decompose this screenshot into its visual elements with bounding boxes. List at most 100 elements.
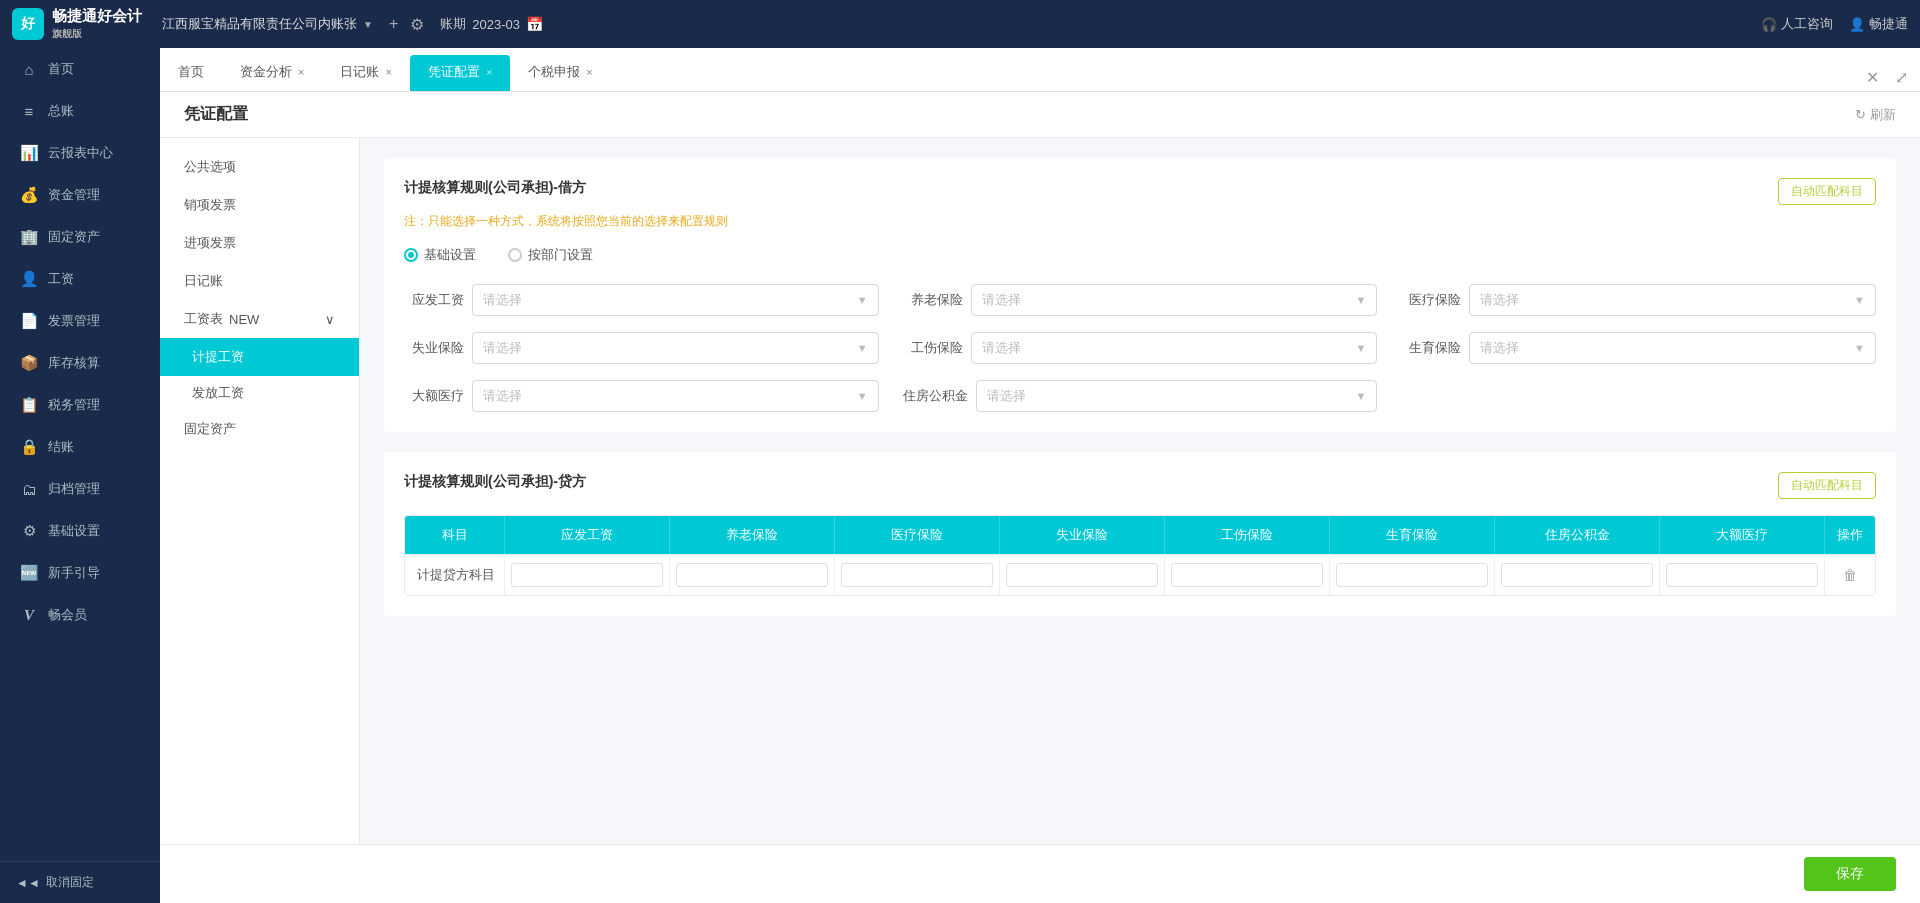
sidebar-item-settings[interactable]: ⚙ 基础设置 [0, 510, 160, 552]
tab-bar: 首页 资金分析 × 日记账 × 凭证配置 × 个税申报 × ✕ ⤢ [160, 48, 1920, 92]
radio-basic[interactable]: 基础设置 [404, 246, 476, 264]
td-salary-val[interactable] [505, 555, 670, 595]
sidebar-label-home: 首页 [48, 60, 74, 78]
td-pension-val[interactable] [670, 555, 835, 595]
sidebar-item-close[interactable]: 🔒 结账 [0, 426, 160, 468]
sidebar-label-tax: 税务管理 [48, 396, 100, 414]
input-pension-credit[interactable] [676, 563, 828, 587]
sidebar-item-home[interactable]: ⌂ 首页 [0, 48, 160, 90]
td-delete[interactable]: 🗑 [1825, 555, 1875, 595]
sidebar-item-member[interactable]: V 畅会员 [0, 594, 160, 636]
field-work-injury: 工伤保险 请选择 ▼ [903, 332, 1378, 364]
select-housing-fund[interactable]: 请选择 ▼ [976, 380, 1378, 412]
radio-basic-circle [404, 248, 418, 262]
nav-salary-calc-label: 计提工资 [192, 348, 244, 366]
refresh-button[interactable]: ↻ 刷新 [1855, 106, 1896, 124]
label-salary: 应发工资 [404, 291, 464, 309]
page-header: 凭证配置 ↻ 刷新 [160, 92, 1920, 138]
select-major-medical[interactable]: 请选择 ▼ [472, 380, 879, 412]
tab-home[interactable]: 首页 [160, 55, 222, 91]
tab-voucher-label: 凭证配置 [428, 63, 480, 81]
company-dropdown-icon[interactable]: ▼ [363, 19, 373, 30]
select-medical[interactable]: 请选择 ▼ [1469, 284, 1876, 316]
nav-salary-pay[interactable]: 发放工资 [160, 376, 359, 410]
app-name: 畅捷通好会计 [52, 7, 142, 26]
sidebar-label-assets: 固定资产 [48, 228, 100, 246]
th-housing: 住房公积金 [1495, 516, 1660, 554]
sidebar-item-funds[interactable]: 💰 资金管理 [0, 174, 160, 216]
tab-tax[interactable]: 个税申报 × [510, 55, 610, 91]
tab-close-button[interactable]: ✕ [1862, 64, 1883, 91]
app-edition: 旗舰版 [52, 27, 142, 41]
sidebar-item-archive[interactable]: 🗂 归档管理 [0, 468, 160, 510]
arrow-major-medical: ▼ [857, 390, 868, 402]
tab-fund-close[interactable]: × [298, 66, 304, 78]
nav-public[interactable]: 公共选项 [160, 148, 359, 186]
tab-journal-close[interactable]: × [385, 66, 391, 78]
select-pension[interactable]: 请选择 ▼ [971, 284, 1378, 316]
sidebar-item-general[interactable]: ≡ 总账 [0, 90, 160, 132]
select-work-injury[interactable]: 请选择 ▼ [971, 332, 1378, 364]
input-work-injury-credit[interactable] [1171, 563, 1323, 587]
sidebar-item-assets[interactable]: 🏢 固定资产 [0, 216, 160, 258]
input-unemployment-credit[interactable] [1006, 563, 1158, 587]
tab-voucher-close[interactable]: × [486, 66, 492, 78]
td-medical-val[interactable] [835, 555, 1000, 595]
debit-auto-match-button[interactable]: 自动匹配科目 [1778, 178, 1876, 205]
salary-icon: 👤 [20, 270, 38, 288]
td-maternity-val[interactable] [1330, 555, 1495, 595]
input-maternity-credit[interactable] [1336, 563, 1488, 587]
add-button[interactable]: + [389, 15, 398, 33]
label-major-medical: 大额医疗 [404, 387, 464, 405]
th-major-medical: 大额医疗 [1660, 516, 1825, 554]
sidebar-item-salary[interactable]: 👤 工资 [0, 258, 160, 300]
company-name: 江西服宝精品有限责任公司内账张 [162, 15, 357, 33]
radio-dept-label: 按部门设置 [528, 246, 593, 264]
two-pane: 公共选项 销项发票 进项发票 日记账 工资表 NEW ∨ [160, 138, 1920, 844]
credit-table: 科目 应发工资 养老保险 医疗保险 失业保险 工伤保险 生育保险 住房公积金 大… [404, 515, 1876, 596]
cancel-pin-button[interactable]: ◄◄ 取消固定 [0, 861, 160, 903]
input-housing-credit[interactable] [1501, 563, 1653, 587]
nav-salary-calc[interactable]: 计提工资 [160, 338, 359, 376]
td-housing-val[interactable] [1495, 555, 1660, 595]
delete-row-icon[interactable]: 🗑 [1843, 567, 1857, 583]
sidebar-item-reports[interactable]: 📊 云报表中心 [0, 132, 160, 174]
input-salary-credit[interactable] [511, 563, 663, 587]
td-work-injury-val[interactable] [1165, 555, 1330, 595]
nav-sales[interactable]: 销项发票 [160, 186, 359, 224]
field-medical: 医疗保险 请选择 ▼ [1401, 284, 1876, 316]
main-layout: ⌂ 首页 ≡ 总账 📊 云报表中心 💰 资金管理 🏢 固定资产 👤 工资 📄 发… [0, 48, 1920, 903]
td-major-medical-val[interactable] [1660, 555, 1825, 595]
td-unemployment-val[interactable] [1000, 555, 1165, 595]
calendar-icon[interactable]: 📅 [526, 16, 543, 32]
nav-journal[interactable]: 日记账 [160, 262, 359, 300]
nav-fixed-assets[interactable]: 固定资产 [160, 410, 359, 448]
close-month-icon: 🔒 [20, 438, 38, 456]
tab-fund[interactable]: 资金分析 × [222, 55, 322, 91]
sidebar-item-guide[interactable]: 🆕 新手引导 [0, 552, 160, 594]
page-title: 凭证配置 [184, 104, 248, 125]
input-major-medical-credit[interactable] [1666, 563, 1818, 587]
home-icon: ⌂ [20, 61, 38, 78]
field-housing-fund: 住房公积金 请选择 ▼ [903, 380, 1378, 412]
select-unemployment[interactable]: 请选择 ▼ [472, 332, 879, 364]
nav-purchase[interactable]: 进项发票 [160, 224, 359, 262]
tab-voucher[interactable]: 凭证配置 × [410, 55, 510, 91]
sidebar-item-invoice[interactable]: 📄 发票管理 [0, 300, 160, 342]
select-maternity[interactable]: 请选择 ▼ [1469, 332, 1876, 364]
nav-salary-table[interactable]: 工资表 NEW ∨ [160, 300, 359, 338]
consult-button[interactable]: 🎧 人工咨询 [1761, 15, 1833, 33]
sidebar-item-tax[interactable]: 📋 税务管理 [0, 384, 160, 426]
credit-auto-match-button[interactable]: 自动匹配科目 [1778, 472, 1876, 499]
input-medical-credit[interactable] [841, 563, 993, 587]
sidebar-item-inventory[interactable]: 📦 库存核算 [0, 342, 160, 384]
tab-expand-button[interactable]: ⤢ [1891, 64, 1912, 91]
tab-journal[interactable]: 日记账 × [322, 55, 409, 91]
user-menu[interactable]: 👤 畅捷通 [1849, 15, 1908, 33]
save-button[interactable]: 保存 [1804, 857, 1896, 891]
tab-tax-close[interactable]: × [586, 66, 592, 78]
nav-fixed-assets-label: 固定资产 [184, 420, 236, 438]
radio-dept[interactable]: 按部门设置 [508, 246, 593, 264]
select-salary[interactable]: 请选择 ▼ [472, 284, 879, 316]
settings-icon[interactable]: ⚙ [410, 15, 424, 34]
